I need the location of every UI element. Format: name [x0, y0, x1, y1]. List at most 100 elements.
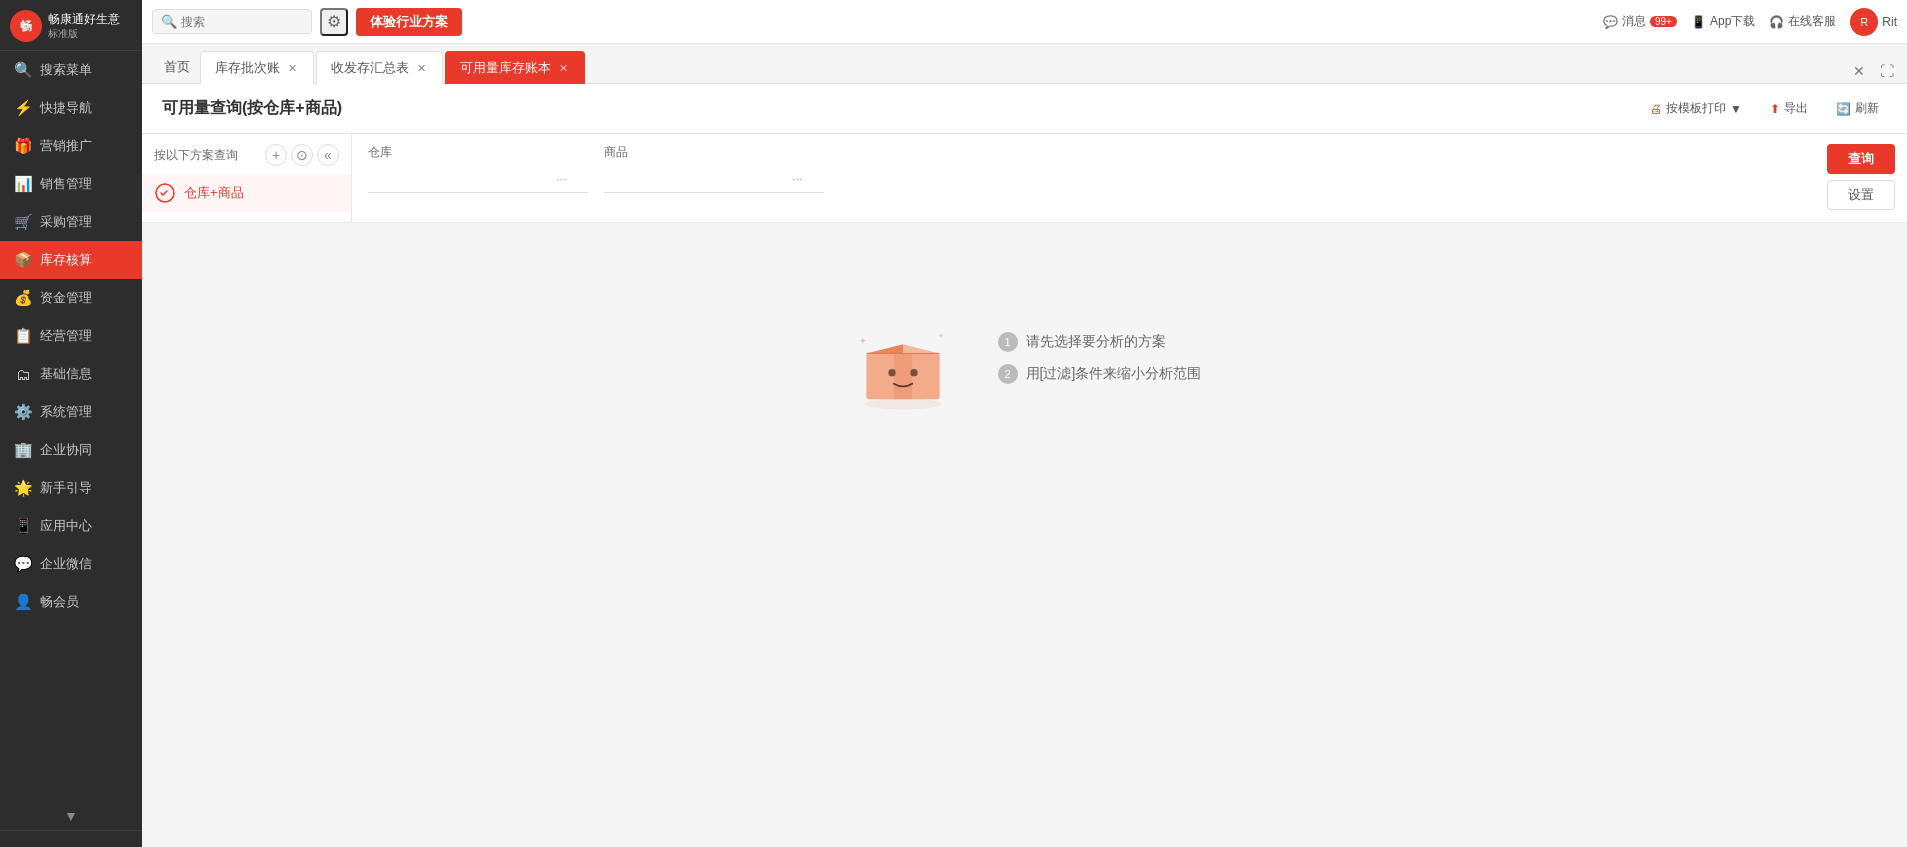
message-icon: 💬 [1603, 15, 1618, 29]
print-button[interactable]: 🖨 按模板打印 ▼ [1642, 96, 1750, 121]
sidebar-label-app: 应用中心 [40, 517, 92, 535]
filter-field-goods: 商品 ··· [604, 144, 824, 193]
sidebar-label-sales: 销售管理 [40, 175, 92, 193]
page-title: 可用量查询(按仓库+商品) [162, 98, 342, 119]
sidebar-item-app[interactable]: 📱应用中心 [0, 507, 142, 545]
scheme-item-warehouse-goods[interactable]: 仓库+商品 [142, 174, 351, 212]
sidebar-item-sales[interactable]: 📊 销售管理 [0, 165, 142, 203]
add-scheme-button[interactable]: + [265, 144, 287, 166]
scheme-header-actions: + ⊙ « [265, 144, 339, 166]
filter-fields: 仓库 ··· 商品 ··· [352, 134, 1815, 222]
empty-illustration: ✦ ✦ · [848, 303, 958, 413]
purchase-icon: 🛒 [14, 213, 32, 231]
system-icon: ⚙️ [14, 403, 32, 421]
print-icon: 🖨 [1650, 102, 1662, 116]
headset-icon: 🎧 [1769, 15, 1784, 29]
svg-text:✦: ✦ [937, 331, 943, 340]
tab-collect[interactable]: 收发存汇总表 ✕ [316, 51, 443, 84]
tab-batch[interactable]: 库存批次账 ✕ [200, 51, 314, 84]
filter-settings-button[interactable]: 设置 [1827, 180, 1895, 210]
newbie-icon: 🌟 [14, 479, 32, 497]
sidebar-item-wechat[interactable]: 💬企业微信 [0, 545, 142, 583]
sidebar-item-purchase[interactable]: 🛒 采购管理 [0, 203, 142, 241]
close-tab-collect[interactable]: ✕ [415, 62, 428, 75]
user-profile-action[interactable]: R Rit [1850, 8, 1897, 36]
query-button[interactable]: 查询 [1827, 144, 1895, 174]
sidebar-scroll-down[interactable]: ▼ [0, 802, 142, 830]
tab-available[interactable]: 可用量库存账本 ✕ [445, 51, 585, 84]
sidebar-item-inventory[interactable]: 📦 库存核算 [0, 241, 142, 279]
app-download-action[interactable]: 📱 App下载 [1691, 13, 1755, 30]
customer-service-action[interactable]: 🎧 在线客服 [1769, 13, 1836, 30]
svg-text:✦: ✦ [859, 336, 867, 346]
empty-state-content: ✦ ✦ · 1 请先选择要分析的方案 2 用[过滤]条件来缩小分析范围 [848, 303, 1202, 413]
search-input[interactable] [181, 15, 281, 29]
sidebar-item-newbie[interactable]: 🌟 新手引导 [0, 469, 142, 507]
sidebar-label-purchase: 采购管理 [40, 213, 92, 231]
refresh-button[interactable]: 🔄 刷新 [1828, 96, 1887, 121]
sidebar-item-marketing[interactable]: 🎁营销推广 [0, 127, 142, 165]
export-icon: ⬆ [1770, 102, 1780, 116]
filter-schemes: 按以下方案查询 + ⊙ « 仓库+商品 [142, 134, 352, 222]
username-label: Rit [1882, 15, 1897, 29]
collapse-scheme-button[interactable]: « [317, 144, 339, 166]
goods-input[interactable] [604, 171, 784, 186]
sales-icon: 📊 [14, 175, 32, 193]
filter-actions: 查询 设置 [1815, 134, 1907, 222]
page-content: 可用量查询(按仓库+商品) 🖨 按模板打印 ▼ ⬆ 导出 🔄 刷新 [142, 84, 1907, 847]
sidebar-label-member: 畅会员 [40, 593, 79, 611]
export-button[interactable]: ⬆ 导出 [1762, 96, 1816, 121]
sidebar-label-finance: 资金管理 [40, 289, 92, 307]
sidebar-item-shortcut[interactable]: ⚡快捷导航 [0, 89, 142, 127]
sidebar-label-search: 搜索菜单 [40, 61, 92, 79]
empty-state: ✦ ✦ · 1 请先选择要分析的方案 2 用[过滤]条件来缩小分析范围 [142, 223, 1907, 493]
operation-icon: 📋 [14, 327, 32, 345]
close-all-tabs-button[interactable]: ✕ [1847, 59, 1871, 83]
wechat-icon: 💬 [14, 555, 32, 573]
svg-rect-4 [893, 353, 911, 399]
settings-scheme-button[interactable]: ⊙ [291, 144, 313, 166]
topbar-actions: 💬 消息 99+ 📱 App下载 🎧 在线客服 R Rit [1603, 8, 1897, 36]
message-action[interactable]: 💬 消息 99+ [1603, 13, 1677, 30]
sidebar-item-finance[interactable]: 💰资金管理 [0, 279, 142, 317]
tab-home[interactable]: 首页 [154, 51, 200, 83]
page-header: 可用量查询(按仓库+商品) 🖨 按模板打印 ▼ ⬆ 导出 🔄 刷新 [142, 84, 1907, 134]
warehouse-input[interactable] [368, 171, 548, 186]
sidebar-item-member[interactable]: 👤 畅会员 [0, 583, 142, 621]
settings-icon[interactable]: ⚙ [320, 8, 348, 36]
sidebar: 畅 畅康通好生意 标准版 🔍搜索菜单⚡快捷导航🎁营销推广📊销售管理🛒采购管理📦库… [0, 0, 142, 847]
sidebar-label-inventory: 库存核算 [40, 251, 92, 269]
sidebar-label-enterprise: 企业协同 [40, 441, 92, 459]
sidebar-bottom-item [0, 830, 142, 847]
sidebar-item-enterprise[interactable]: 🏢 企业协同 [0, 431, 142, 469]
goods-more-button[interactable]: ··· [788, 169, 807, 188]
svg-point-1 [864, 398, 941, 409]
base-icon: 🗂 [14, 365, 32, 383]
tabbar: 首页 库存批次账 ✕ 收发存汇总表 ✕ 可用量库存账本 ✕ ✕ ⛶ [142, 44, 1907, 84]
filter-panel: 按以下方案查询 + ⊙ « 仓库+商品 [142, 134, 1907, 223]
sidebar-label-marketing: 营销推广 [40, 137, 92, 155]
sidebar-item-operation[interactable]: 📋经营管理 [0, 317, 142, 355]
filter-schemes-header: 按以下方案查询 + ⊙ « [142, 144, 351, 174]
inventory-icon: 📦 [14, 251, 32, 269]
sidebar-label-newbie: 新手引导 [40, 479, 92, 497]
filter-field-warehouse: 仓库 ··· [368, 144, 588, 193]
sidebar-item-system[interactable]: ⚙️ 系统管理 [0, 393, 142, 431]
topbar-search-box[interactable]: 🔍 [152, 9, 312, 34]
sidebar-item-base[interactable]: 🗂基础信息 [0, 355, 142, 393]
warehouse-more-button[interactable]: ··· [552, 169, 571, 188]
sidebar-label-shortcut: 快捷导航 [40, 99, 92, 117]
member-icon: 👤 [14, 593, 32, 611]
app-logo: 畅 [10, 10, 42, 42]
refresh-icon: 🔄 [1836, 102, 1851, 116]
close-tab-available[interactable]: ✕ [557, 62, 570, 75]
sidebar-item-search[interactable]: 🔍搜索菜单 [0, 51, 142, 89]
maximize-button[interactable]: ⛶ [1875, 59, 1899, 83]
page-header-actions: 🖨 按模板打印 ▼ ⬆ 导出 🔄 刷新 [1642, 96, 1887, 121]
avatar: R [1850, 8, 1878, 36]
close-tab-batch[interactable]: ✕ [286, 62, 299, 75]
search-icon: 🔍 [161, 14, 177, 29]
trial-button[interactable]: 体验行业方案 [356, 8, 462, 36]
enterprise-icon: 🏢 [14, 441, 32, 459]
sidebar-label-system: 系统管理 [40, 403, 92, 421]
